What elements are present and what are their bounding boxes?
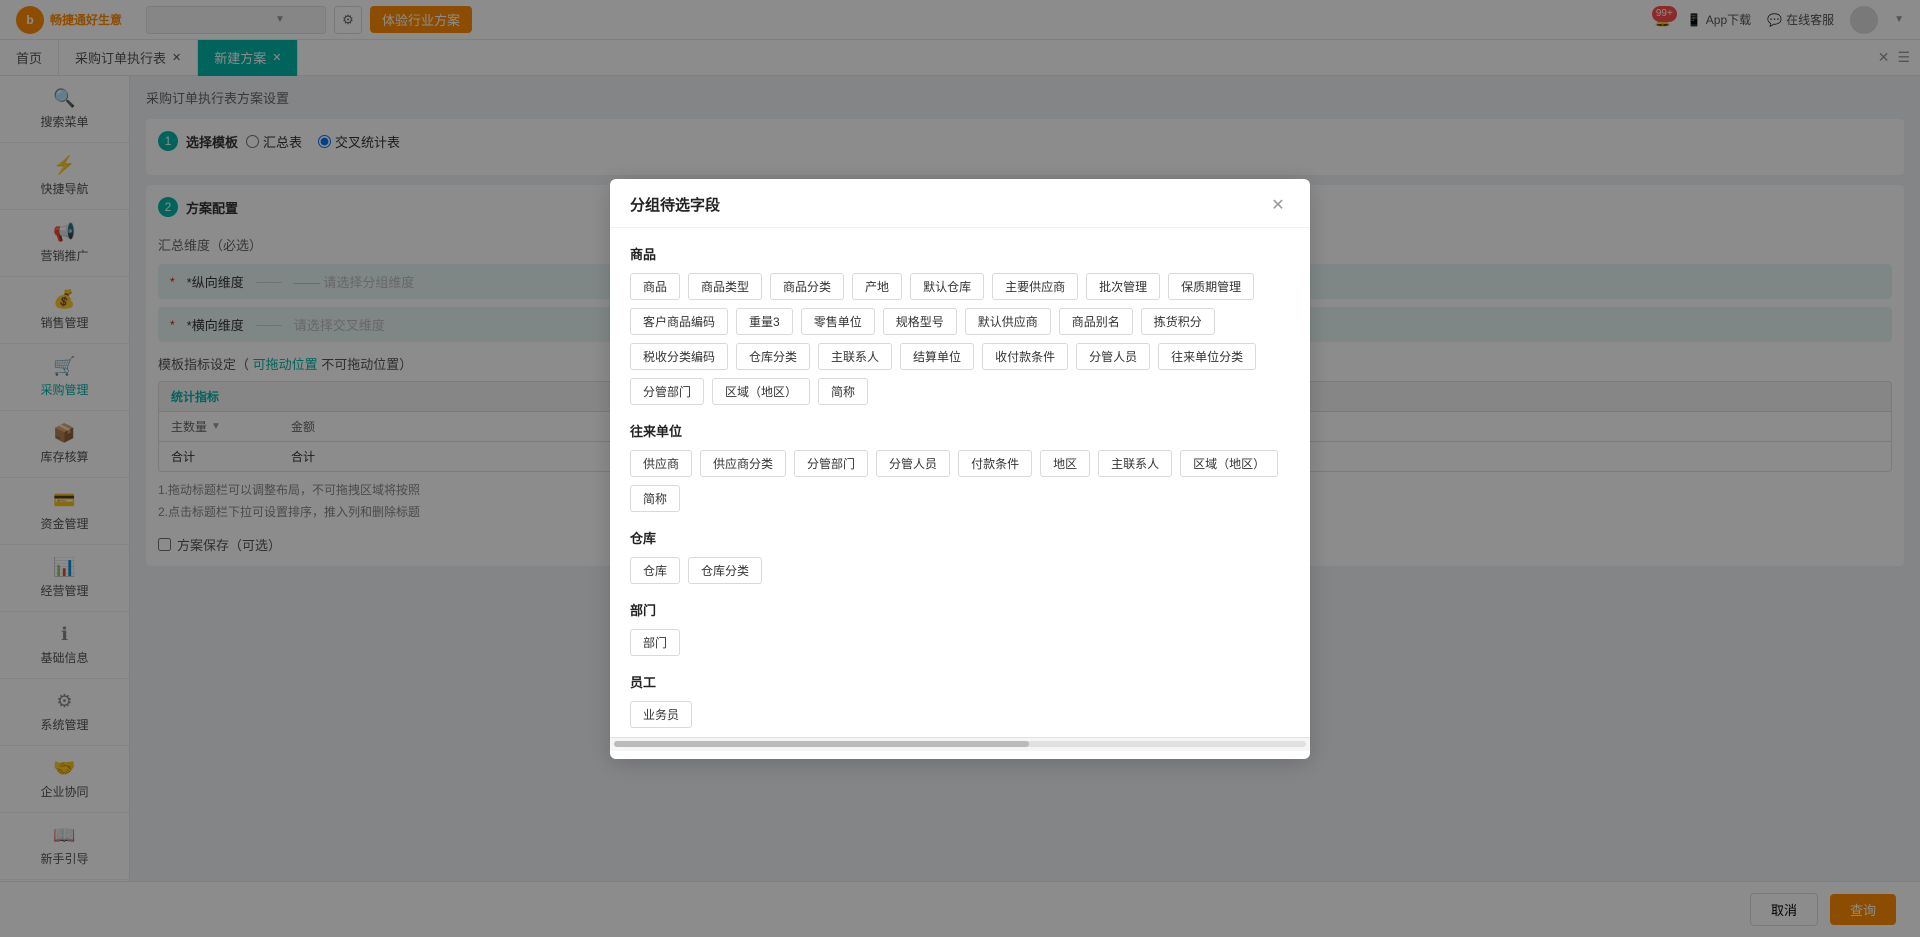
field-chip-shelf-life[interactable]: 保质期管理	[1168, 273, 1254, 300]
modal-header: 分组待选字段 ✕	[610, 179, 1310, 228]
hscroll-thumb	[614, 741, 1029, 747]
field-chip-weight3[interactable]: 重量3	[736, 308, 793, 335]
field-chip-batch-mgmt[interactable]: 批次管理	[1086, 273, 1160, 300]
field-chip-main-contact[interactable]: 主联系人	[818, 343, 892, 370]
field-section-warehouse: 仓库 仓库 仓库分类	[630, 528, 1290, 584]
field-chip-goods[interactable]: 商品	[630, 273, 680, 300]
field-grid-warehouse: 仓库 仓库分类	[630, 557, 1290, 584]
field-section-partner: 往来单位 供应商 供应商分类 分管部门 分管人员 付款条件 地区 主联系人 区域…	[630, 421, 1290, 512]
field-chip-origin[interactable]: 产地	[852, 273, 902, 300]
modal-close-button[interactable]: ✕	[1266, 193, 1290, 217]
field-chip-warehouse[interactable]: 仓库	[630, 557, 680, 584]
field-chip-pick-points[interactable]: 拣货积分	[1141, 308, 1215, 335]
field-section-goods: 商品 商品 商品类型 商品分类 产地 默认仓库 主要供应商 批次管理 保质期管理…	[630, 244, 1290, 405]
field-chip-default-warehouse[interactable]: 默认仓库	[910, 273, 984, 300]
field-chip-region-partner[interactable]: 区域（地区）	[1180, 450, 1278, 477]
field-section-employee: 员工 业务员	[630, 672, 1290, 728]
field-chip-settlement-unit[interactable]: 结算单位	[900, 343, 974, 370]
field-chip-goods-category[interactable]: 商品分类	[770, 273, 844, 300]
field-chip-payment-terms[interactable]: 收付款条件	[982, 343, 1068, 370]
field-chip-default-supplier[interactable]: 默认供应商	[965, 308, 1051, 335]
field-chip-spec-model[interactable]: 规格型号	[883, 308, 957, 335]
field-grid-partner: 供应商 供应商分类 分管部门 分管人员 付款条件 地区 主联系人 区域（地区） …	[630, 450, 1290, 512]
section-title-partner: 往来单位	[630, 421, 1290, 440]
field-chip-supplier-category[interactable]: 供应商分类	[700, 450, 786, 477]
field-chip-region-goods[interactable]: 区域（地区）	[712, 378, 810, 405]
field-chip-department[interactable]: 部门	[630, 629, 680, 656]
field-chip-goods-alias[interactable]: 商品别名	[1059, 308, 1133, 335]
field-chip-sales-staff[interactable]: 业务员	[630, 701, 692, 728]
field-chip-partner-category[interactable]: 往来单位分类	[1158, 343, 1256, 370]
modal-dialog: 分组待选字段 ✕ 商品 商品 商品类型 商品分类 产地 默认仓库 主要供应商 批…	[610, 179, 1310, 759]
modal-title: 分组待选字段	[630, 194, 720, 215]
modal-horizontal-scrollbar[interactable]	[610, 737, 1310, 751]
field-chip-dept[interactable]: 分管部门	[630, 378, 704, 405]
field-section-department: 部门 部门	[630, 600, 1290, 656]
section-title-goods: 商品	[630, 244, 1290, 263]
field-chip-warehouse-category[interactable]: 仓库分类	[736, 343, 810, 370]
field-chip-goods-type[interactable]: 商品类型	[688, 273, 762, 300]
field-chip-customer-code[interactable]: 客户商品编码	[630, 308, 728, 335]
modal-footer	[610, 751, 1310, 759]
field-chip-managed-dept[interactable]: 分管部门	[794, 450, 868, 477]
field-grid-employee: 业务员	[630, 701, 1290, 728]
section-title-department: 部门	[630, 600, 1290, 619]
field-chip-managed-person[interactable]: 分管人员	[876, 450, 950, 477]
section-title-warehouse: 仓库	[630, 528, 1290, 547]
field-chip-pay-terms[interactable]: 付款条件	[958, 450, 1032, 477]
section-title-employee: 员工	[630, 672, 1290, 691]
field-chip-supplier[interactable]: 供应商	[630, 450, 692, 477]
field-chip-main-contact2[interactable]: 主联系人	[1098, 450, 1172, 477]
field-chip-main-supplier[interactable]: 主要供应商	[992, 273, 1078, 300]
field-grid-department: 部门	[630, 629, 1290, 656]
modal-overlay: 分组待选字段 ✕ 商品 商品 商品类型 商品分类 产地 默认仓库 主要供应商 批…	[0, 0, 1920, 937]
field-chip-retail-unit[interactable]: 零售单位	[801, 308, 875, 335]
hscroll-track	[614, 741, 1306, 747]
field-chip-abbr[interactable]: 简称	[818, 378, 868, 405]
field-grid-goods: 商品 商品类型 商品分类 产地 默认仓库 主要供应商 批次管理 保质期管理 客户…	[630, 273, 1290, 405]
field-chip-abbr2[interactable]: 简称	[630, 485, 680, 512]
field-chip-supervisor[interactable]: 分管人员	[1076, 343, 1150, 370]
modal-body[interactable]: 商品 商品 商品类型 商品分类 产地 默认仓库 主要供应商 批次管理 保质期管理…	[610, 228, 1310, 737]
field-chip-tax-code[interactable]: 税收分类编码	[630, 343, 728, 370]
field-chip-region[interactable]: 地区	[1040, 450, 1090, 477]
field-chip-warehouse-cat[interactable]: 仓库分类	[688, 557, 762, 584]
